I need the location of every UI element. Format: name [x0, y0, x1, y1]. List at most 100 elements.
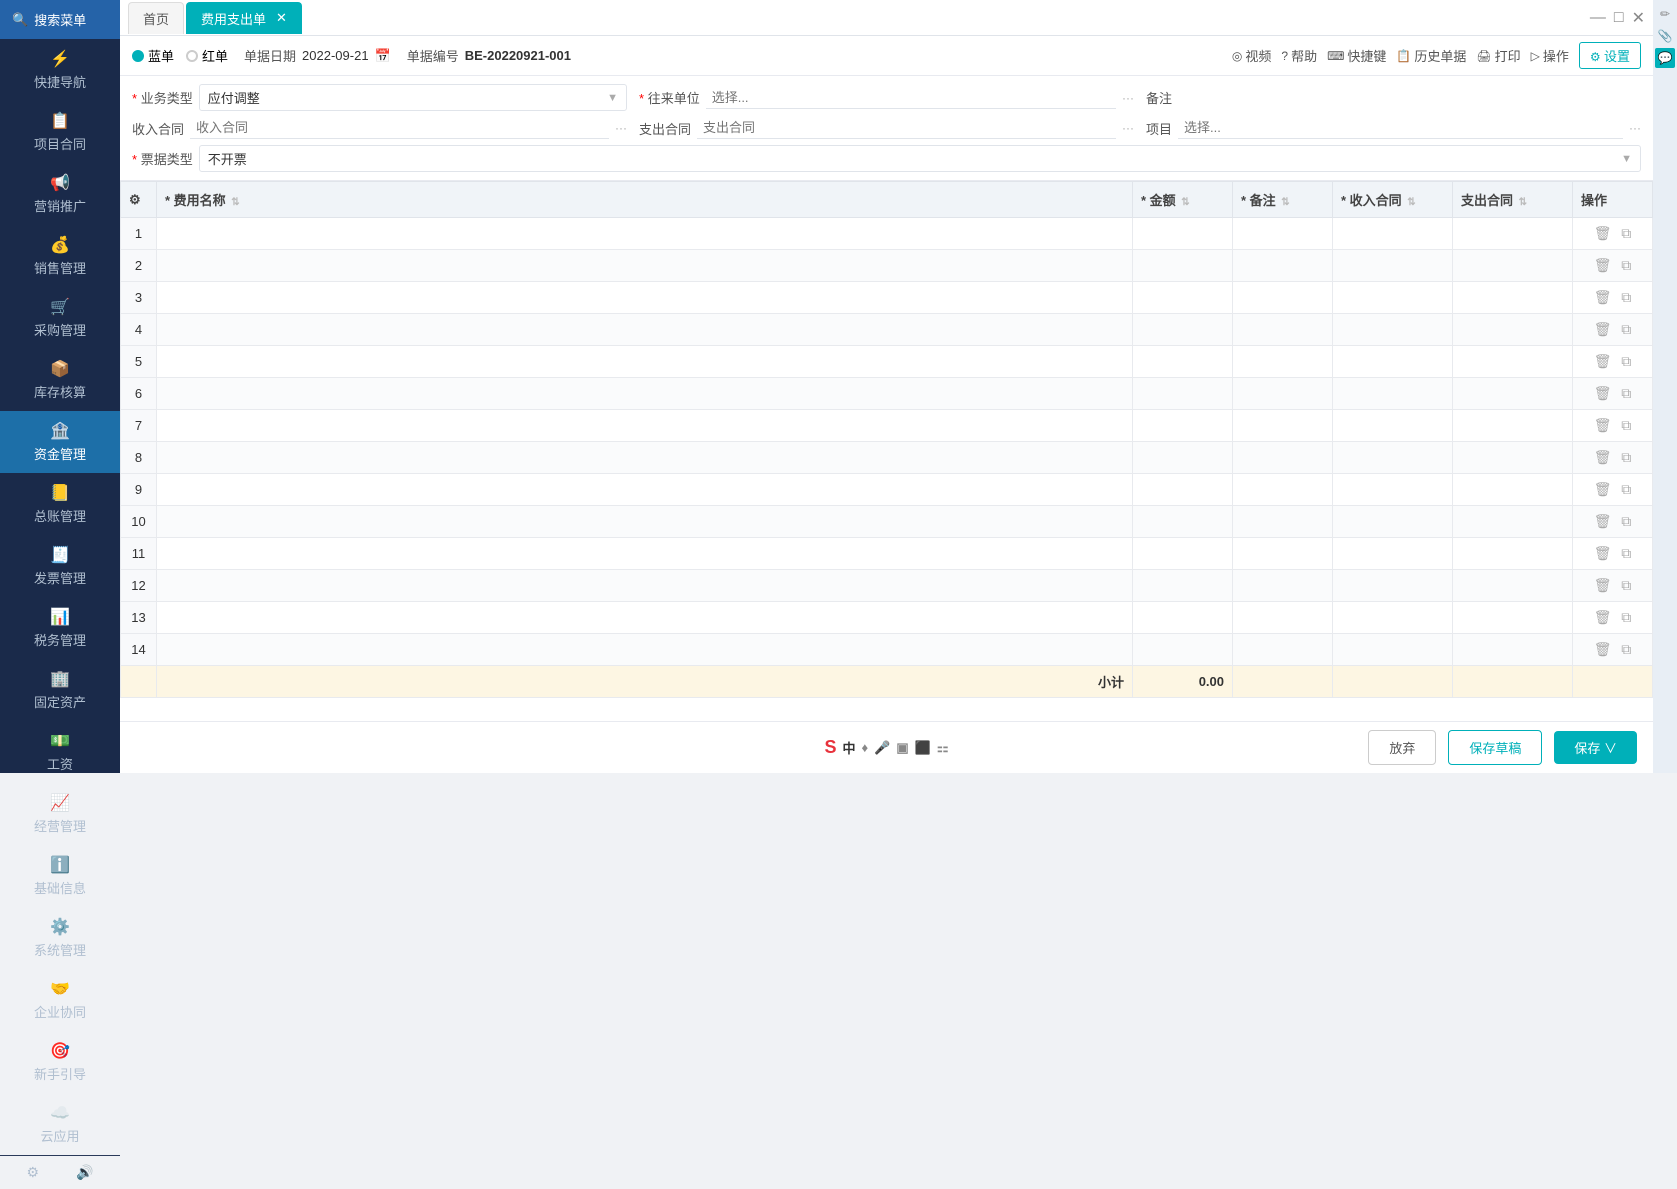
tab-expense-form[interactable]: 费用支出单✕ — [186, 2, 302, 34]
expense-contract-cell[interactable] — [1453, 474, 1573, 506]
expense-contract-cell[interactable] — [1453, 218, 1573, 250]
sidebar-item-sales-promotion[interactable]: 📢营销推广 — [0, 163, 120, 225]
delete-row-icon[interactable]: 🗑 — [1594, 417, 1612, 433]
sidebar-item-project-contract[interactable]: 📋项目合同 — [0, 101, 120, 163]
copy-row-icon[interactable]: ⧉ — [1621, 257, 1631, 273]
amount-cell[interactable] — [1133, 250, 1233, 282]
remark-cell[interactable] — [1233, 250, 1333, 282]
expense-contract-cell[interactable] — [1453, 410, 1573, 442]
help-btn[interactable]: ? 帮助 — [1281, 46, 1317, 65]
expense-contract-cell[interactable] — [1453, 570, 1573, 602]
income-contract-cell[interactable] — [1333, 634, 1453, 666]
sidebar-item-new-guide[interactable]: 🎯新手引导 — [0, 1031, 120, 1093]
sound-icon[interactable]: 🔊 — [76, 1164, 93, 1181]
sidebar-item-capital-mgmt[interactable]: 🏦资金管理 — [0, 411, 120, 473]
sidebar-item-tax-mgmt[interactable]: 📊税务管理 — [0, 597, 120, 659]
settings-icon[interactable]: ⚙ — [27, 1164, 40, 1181]
sidebar-item-enterprise-coop[interactable]: 🤝企业协同 — [0, 969, 120, 1031]
sidebar-item-fixed-assets[interactable]: 🏢固定资产 — [0, 659, 120, 721]
sidebar-item-system-mgmt[interactable]: ⚙️系统管理 — [0, 907, 120, 969]
shortcut-btn[interactable]: ⌨ 快捷键 — [1327, 46, 1386, 65]
save-button[interactable]: 保存 ∨ — [1554, 731, 1637, 764]
copy-row-icon[interactable]: ⧉ — [1621, 449, 1631, 465]
expense-contract-cell[interactable] — [1453, 442, 1573, 474]
copy-row-icon[interactable]: ⧉ — [1621, 289, 1631, 305]
save-draft-button[interactable]: 保存草稿 — [1448, 730, 1542, 765]
income-contract-cell[interactable] — [1333, 346, 1453, 378]
expense-name-cell[interactable] — [157, 602, 1133, 634]
income-contract-cell[interactable] — [1333, 442, 1453, 474]
delete-row-icon[interactable]: 🗑 — [1594, 609, 1612, 625]
remark-cell[interactable] — [1233, 282, 1333, 314]
print-btn[interactable]: 🖨 打印 — [1476, 46, 1520, 65]
expense-name-cell[interactable] — [157, 442, 1133, 474]
blue-doc-radio[interactable]: 蓝单 — [132, 46, 174, 65]
history-btn[interactable]: 📋 历史单据 — [1396, 46, 1466, 65]
amount-cell[interactable] — [1133, 218, 1233, 250]
tab-home[interactable]: 首页 — [128, 2, 184, 34]
delete-row-icon[interactable]: 🗑 — [1594, 225, 1612, 241]
delete-row-icon[interactable]: 🗑 — [1594, 513, 1612, 529]
sort-arrows-expense[interactable]: ⇅ — [1519, 197, 1527, 208]
sidebar-search[interactable]: 🔍 搜索菜单 — [0, 0, 120, 39]
income-contract-input[interactable] — [190, 117, 609, 139]
operations-btn[interactable]: ▷ 操作 — [1531, 46, 1569, 65]
income-contract-cell[interactable] — [1333, 506, 1453, 538]
delete-row-icon[interactable]: 🗑 — [1594, 289, 1612, 305]
remark-cell[interactable] — [1233, 218, 1333, 250]
set-button[interactable]: ⚙ 设置 — [1579, 42, 1641, 69]
amount-cell[interactable] — [1133, 570, 1233, 602]
delete-row-icon[interactable]: 🗑 — [1594, 353, 1612, 369]
copy-row-icon[interactable]: ⧉ — [1621, 545, 1631, 561]
expense-name-cell[interactable] — [157, 314, 1133, 346]
tab-close-expense-form[interactable]: ✕ — [276, 10, 287, 26]
copy-row-icon[interactable]: ⧉ — [1621, 609, 1631, 625]
copy-row-icon[interactable]: ⧉ — [1621, 481, 1631, 497]
expense-contract-cell[interactable] — [1453, 602, 1573, 634]
amount-cell[interactable] — [1133, 602, 1233, 634]
expense-name-cell[interactable] — [157, 506, 1133, 538]
amount-cell[interactable] — [1133, 282, 1233, 314]
copy-row-icon[interactable]: ⧉ — [1621, 417, 1631, 433]
amount-cell[interactable] — [1133, 538, 1233, 570]
copy-row-icon[interactable]: ⧉ — [1621, 641, 1631, 657]
red-doc-radio[interactable]: 红单 — [186, 46, 228, 65]
discard-button[interactable]: 放弃 — [1368, 730, 1436, 765]
copy-row-icon[interactable]: ⧉ — [1621, 225, 1631, 241]
amount-cell[interactable] — [1133, 506, 1233, 538]
income-contract-cell[interactable] — [1333, 314, 1453, 346]
income-contract-cell[interactable] — [1333, 410, 1453, 442]
expense-name-cell[interactable] — [157, 218, 1133, 250]
sort-arrows-name[interactable]: ⇅ — [231, 197, 239, 208]
remark-cell[interactable] — [1233, 314, 1333, 346]
income-contract-ellipsis[interactable]: ··· — [615, 121, 627, 135]
delete-row-icon[interactable]: 🗑 — [1594, 321, 1612, 337]
amount-cell[interactable] — [1133, 314, 1233, 346]
delete-row-icon[interactable]: 🗑 — [1594, 385, 1612, 401]
amount-cell[interactable] — [1133, 634, 1233, 666]
project-ellipsis[interactable]: ··· — [1629, 121, 1641, 135]
project-input[interactable] — [1178, 117, 1623, 139]
delete-row-icon[interactable]: 🗑 — [1594, 545, 1612, 561]
sidebar-item-purchase-mgmt[interactable]: 🛒采购管理 — [0, 287, 120, 349]
expense-contract-cell[interactable] — [1453, 314, 1573, 346]
amount-cell[interactable] — [1133, 378, 1233, 410]
remark-cell[interactable] — [1233, 602, 1333, 634]
income-contract-cell[interactable] — [1333, 378, 1453, 410]
sort-arrows-amount[interactable]: ⇅ — [1181, 197, 1189, 208]
expense-name-cell[interactable] — [157, 634, 1133, 666]
delete-row-icon[interactable]: 🗑 — [1594, 257, 1612, 273]
delete-row-icon[interactable]: 🗑 — [1594, 481, 1612, 497]
partner-input[interactable] — [706, 87, 1116, 109]
delete-row-icon[interactable]: 🗑 — [1594, 641, 1612, 657]
income-contract-cell[interactable] — [1333, 282, 1453, 314]
sidebar-item-cloud-apps[interactable]: ☁️云应用 — [0, 1093, 120, 1155]
sort-arrows-remark[interactable]: ⇅ — [1281, 197, 1289, 208]
expense-name-cell[interactable] — [157, 410, 1133, 442]
business-type-input[interactable]: 应付调整 ▼ — [199, 84, 627, 111]
col-gear-header[interactable]: ⚙ — [121, 182, 157, 218]
expense-name-cell[interactable] — [157, 474, 1133, 506]
remark-cell[interactable] — [1233, 410, 1333, 442]
expense-contract-cell[interactable] — [1453, 378, 1573, 410]
expense-contract-cell[interactable] — [1453, 538, 1573, 570]
